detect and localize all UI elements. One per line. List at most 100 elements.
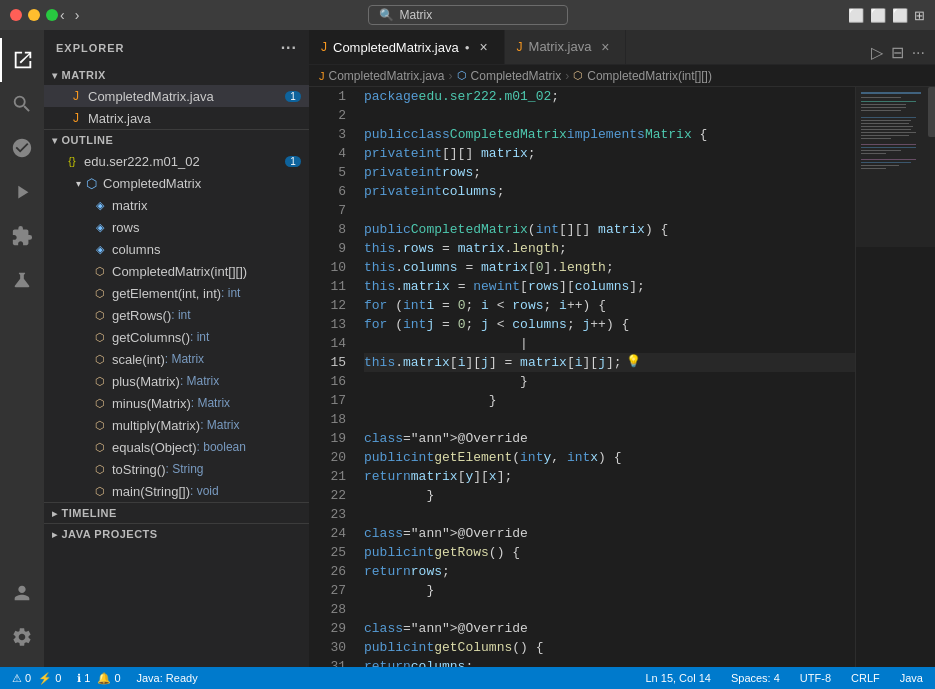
main-return-type: : void	[190, 484, 219, 498]
method-icon-5: ⬡	[92, 351, 108, 367]
tab-close-button-2[interactable]: ×	[597, 39, 613, 55]
breadcrumb-method[interactable]: CompletedMatrix(int[][])	[587, 69, 712, 83]
outline-method-constructor[interactable]: ⬡ CompletedMatrix(int[][])	[44, 260, 309, 282]
tab-completedmatrix-label: CompletedMatrix.java	[333, 40, 459, 55]
statusbar-position[interactable]: Ln 15, Col 14	[641, 667, 714, 689]
activity-explorer[interactable]	[0, 38, 44, 82]
statusbar-encoding[interactable]: UTF-8	[796, 667, 835, 689]
layout-icon-3[interactable]: ⬜	[892, 8, 908, 23]
outline-method-minus[interactable]: ⬡ minus(Matrix) : Matrix	[44, 392, 309, 414]
class-icon: ⬡	[83, 175, 99, 191]
error-icon: ⚠	[12, 672, 22, 685]
editor-area: J CompletedMatrix.java ● × J Matrix.java…	[309, 30, 935, 667]
minimize-dot[interactable]	[28, 9, 40, 21]
lightbulb-icon[interactable]: 💡	[626, 353, 641, 372]
svg-rect-24	[928, 87, 935, 137]
activity-test[interactable]	[0, 258, 44, 302]
java-file-icon: J	[68, 88, 84, 104]
run-icon[interactable]: ▷	[869, 41, 885, 64]
split-editor-icon[interactable]: ⊟	[889, 41, 906, 64]
java-projects-chevron-icon: ▸	[52, 529, 58, 540]
outline-field-columns[interactable]: ◈ columns	[44, 238, 309, 260]
outline-method-scale[interactable]: ⬡ scale(int) : Matrix	[44, 348, 309, 370]
more-actions-icon[interactable]: ···	[910, 42, 927, 64]
matrix-section-header[interactable]: ▾ MATRIX	[44, 65, 309, 85]
activity-debug[interactable]	[0, 170, 44, 214]
nav-back-button[interactable]: ‹	[60, 7, 65, 23]
tab-modified-dot: ●	[465, 43, 470, 52]
account-icon	[11, 582, 33, 604]
layout-icon-4[interactable]: ⊞	[914, 8, 925, 23]
sidebar-more-icon[interactable]: ···	[281, 39, 297, 57]
nav-controls: ‹ ›	[60, 7, 79, 23]
file-completedmatrix[interactable]: J CompletedMatrix.java 1	[44, 85, 309, 107]
outline-package-name: edu.ser222.m01_02	[84, 154, 200, 169]
activity-git[interactable]	[0, 126, 44, 170]
outline-method-main[interactable]: ⬡ main(String[]) : void	[44, 480, 309, 502]
outline-class[interactable]: ▾ ⬡ CompletedMatrix	[44, 172, 309, 194]
getcolumns-return-type: : int	[190, 330, 209, 344]
scale-return-type: : Matrix	[165, 352, 204, 366]
getelement-return-type: : int	[221, 286, 240, 300]
code-area[interactable]: package edu.ser222.m01_02; public class …	[354, 87, 855, 667]
file-name-completedmatrix: CompletedMatrix.java	[88, 89, 214, 104]
tab-matrix-label: Matrix.java	[529, 39, 592, 54]
breadcrumb-file[interactable]: CompletedMatrix.java	[329, 69, 445, 83]
search-bar[interactable]: 🔍	[368, 5, 568, 25]
outline-scale-name: scale(int)	[112, 352, 165, 367]
outline-method-getcolumns[interactable]: ⬡ getColumns() : int	[44, 326, 309, 348]
activity-extensions[interactable]	[0, 214, 44, 258]
close-dot[interactable]	[10, 9, 22, 21]
outline-method-equals[interactable]: ⬡ equals(Object) : boolean	[44, 436, 309, 458]
settings-icon	[11, 626, 33, 648]
outline-method-getrows[interactable]: ⬡ getRows() : int	[44, 304, 309, 326]
outline-field-matrix[interactable]: ◈ matrix	[44, 194, 309, 216]
equals-return-type: : boolean	[197, 440, 246, 454]
statusbar-errors[interactable]: ⚠ 0 ⚡ 0	[8, 667, 65, 689]
activity-account[interactable]	[0, 571, 44, 615]
multiply-return-type: : Matrix	[200, 418, 239, 432]
statusbar-java[interactable]: Java: Ready	[133, 667, 202, 689]
git-icon	[11, 137, 33, 159]
tab-matrix[interactable]: J Matrix.java ×	[505, 30, 627, 64]
explorer-icon	[12, 49, 34, 71]
outline-equals-name: equals(Object)	[112, 440, 197, 455]
outline-section: ▾ OUTLINE {} edu.ser222.m01_02 1 ▾ ⬡ Com…	[44, 129, 309, 502]
statusbar-info[interactable]: ℹ 1 🔔 0	[73, 667, 124, 689]
activity-search[interactable]	[0, 82, 44, 126]
outline-title: OUTLINE	[62, 134, 114, 146]
tab-java-icon-2: J	[517, 40, 523, 54]
breadcrumb-class[interactable]: CompletedMatrix	[471, 69, 562, 83]
sidebar: EXPLORER ··· ▾ MATRIX J CompletedMatrix.…	[44, 30, 309, 667]
outline-method-plus[interactable]: ⬡ plus(Matrix) : Matrix	[44, 370, 309, 392]
statusbar-spaces[interactable]: Spaces: 4	[727, 667, 784, 689]
file-matrix[interactable]: J Matrix.java	[44, 107, 309, 129]
tostring-return-type: : String	[165, 462, 203, 476]
outline-header[interactable]: ▾ OUTLINE	[44, 130, 309, 150]
minus-return-type: : Matrix	[191, 396, 230, 410]
tab-completedmatrix[interactable]: J CompletedMatrix.java ● ×	[309, 30, 505, 64]
outline-method-getelement[interactable]: ⬡ getElement(int, int) : int	[44, 282, 309, 304]
outline-package[interactable]: {} edu.ser222.m01_02 1	[44, 150, 309, 172]
matrix-section: ▾ MATRIX J CompletedMatrix.java 1 J Matr…	[44, 65, 309, 129]
minimap-svg	[856, 87, 935, 667]
maximize-dot[interactable]	[46, 9, 58, 21]
outline-method-tostring[interactable]: ⬡ toString() : String	[44, 458, 309, 480]
java-projects-header[interactable]: ▸ JAVA PROJECTS	[44, 524, 309, 544]
chevron-down-icon: ▾	[52, 70, 58, 81]
tab-close-button-1[interactable]: ×	[476, 39, 492, 55]
layout-icon-1[interactable]: ⬜	[848, 8, 864, 23]
tab-bar: J CompletedMatrix.java ● × J Matrix.java…	[309, 30, 935, 65]
layout-icon-2[interactable]: ⬜	[870, 8, 886, 23]
sidebar-title: EXPLORER	[56, 42, 125, 54]
nav-forward-button[interactable]: ›	[75, 7, 80, 23]
timeline-header[interactable]: ▸ TIMELINE	[44, 503, 309, 523]
search-icon	[11, 93, 33, 115]
breadcrumb-sep-1: ›	[449, 69, 453, 83]
activity-settings[interactable]	[0, 615, 44, 659]
outline-field-rows[interactable]: ◈ rows	[44, 216, 309, 238]
outline-method-multiply[interactable]: ⬡ multiply(Matrix) : Matrix	[44, 414, 309, 436]
search-input[interactable]	[400, 8, 557, 22]
statusbar-language[interactable]: Java	[896, 667, 927, 689]
statusbar-line-ending[interactable]: CRLF	[847, 667, 884, 689]
